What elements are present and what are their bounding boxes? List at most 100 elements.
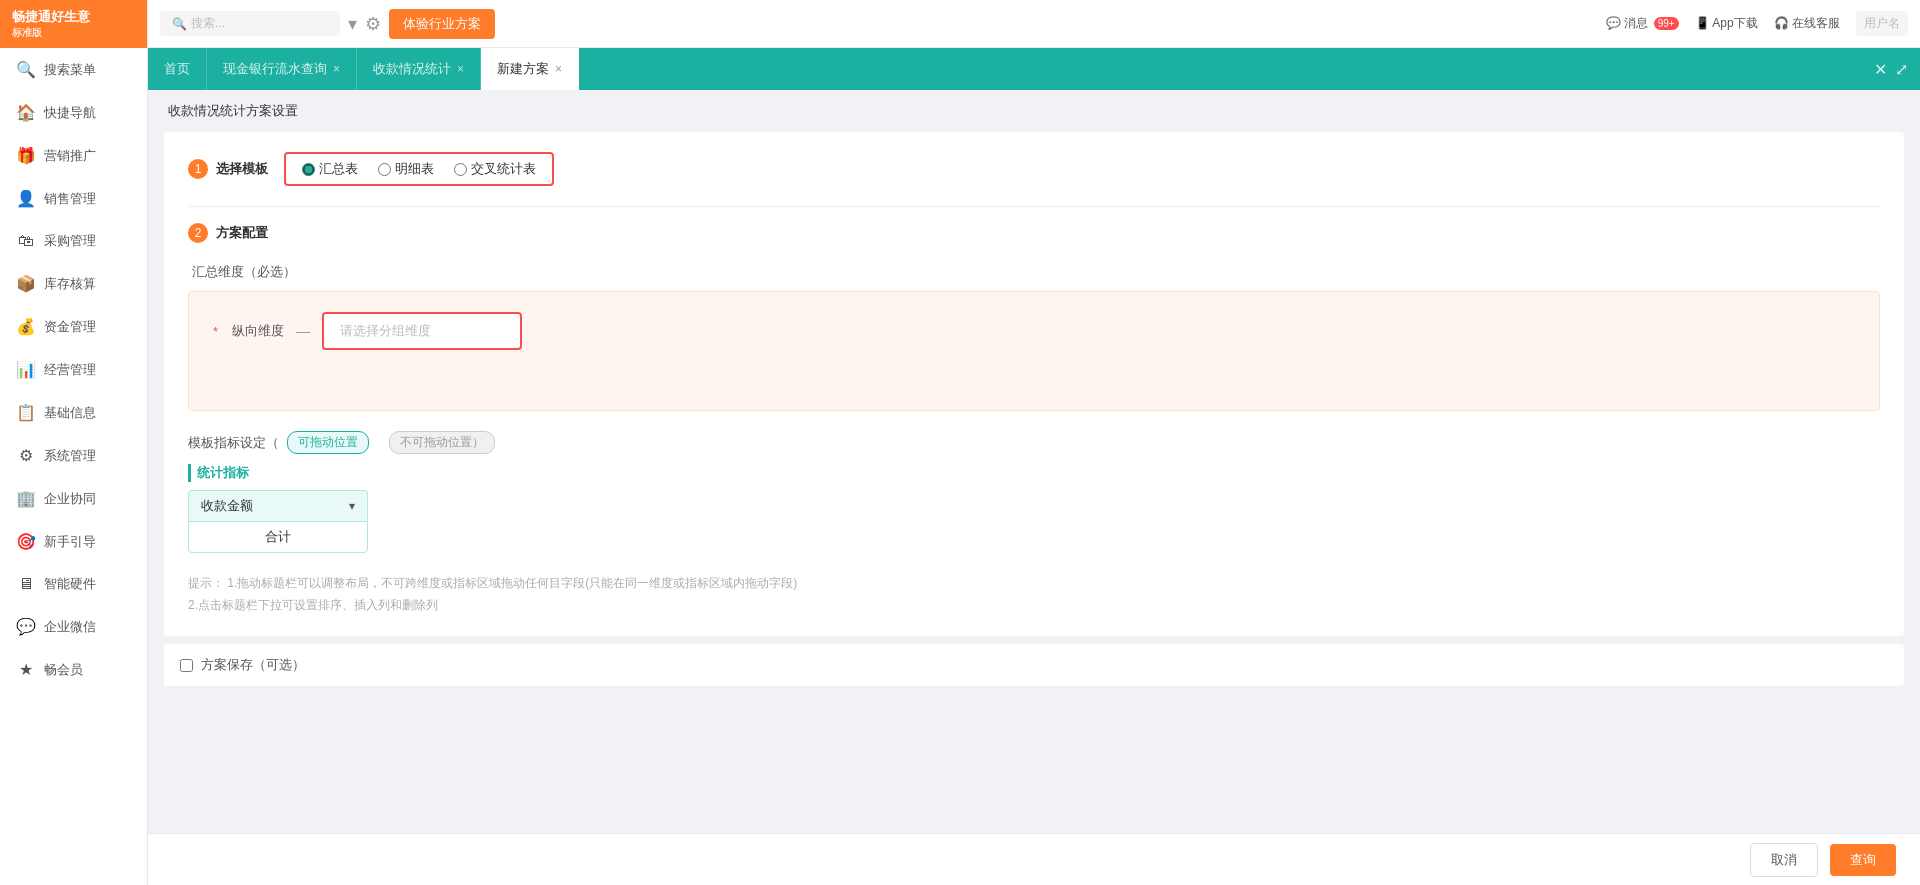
tab-close-active-icon[interactable]: × — [555, 62, 562, 76]
sidebar-item-purchase[interactable]: 🛍 采购管理 — [0, 220, 147, 262]
tips-section: 提示： 1.拖动标题栏可以调整布局，不可跨维度或指标区域拖动任何目字段(只能在同… — [188, 573, 1880, 616]
sidebar-item-label: 畅会员 — [44, 661, 83, 679]
sidebar-item-label: 销售管理 — [44, 190, 96, 208]
guide-icon: 🎯 — [16, 532, 36, 551]
required-mark: * — [213, 324, 218, 339]
marketing-icon: 🎁 — [16, 146, 36, 165]
metric-header-text: 收款金额 — [201, 497, 253, 515]
sidebar-item-label: 营销推广 — [44, 147, 96, 165]
dimension-area: * 纵向维度 — 请选择分组维度 — [188, 291, 1880, 411]
sidebar-item-label: 企业微信 — [44, 618, 96, 636]
wechat-icon: 💬 — [16, 617, 36, 636]
search-placeholder-text: 搜索... — [191, 15, 225, 32]
save-option-label: 方案保存（可选） — [201, 656, 305, 674]
tab-maximize-icon[interactable]: ⤢ — [1895, 60, 1908, 79]
notification-icon: 💬 — [1606, 16, 1621, 30]
header-search-box[interactable]: 🔍 搜索... — [160, 11, 340, 36]
sidebar-item-label: 搜索菜单 — [44, 61, 96, 79]
sidebar-item-label: 新手引导 — [44, 533, 96, 551]
search-icon: 🔍 — [172, 17, 187, 31]
metric-header[interactable]: 收款金额 ▾ — [188, 490, 368, 521]
brand-name: 畅捷通好生意 — [12, 8, 90, 26]
page-title: 收款情况统计方案设置 — [164, 102, 1904, 120]
purchase-icon: 🛍 — [16, 232, 36, 250]
save-option-row: 方案保存（可选） — [164, 644, 1904, 686]
metric-dropdown-icon[interactable]: ▾ — [349, 499, 355, 513]
radio-summary[interactable]: 汇总表 — [302, 160, 358, 178]
tab-close-icon[interactable]: × — [333, 62, 340, 76]
trial-industry-button[interactable]: 体验行业方案 — [389, 9, 495, 39]
app-download-item[interactable]: 📱 App下载 — [1695, 15, 1758, 32]
tab-actions: ✕ ⤢ — [1862, 48, 1920, 90]
sidebar-item-label: 智能硬件 — [44, 575, 96, 593]
tab-home[interactable]: 首页 — [148, 48, 207, 90]
dimension-input-box[interactable]: 请选择分组维度 — [322, 312, 522, 350]
save-option-checkbox[interactable] — [180, 659, 193, 672]
sidebar-item-quick-nav[interactable]: 🏠 快捷导航 — [0, 91, 147, 134]
metric-subrow: 合计 — [188, 521, 368, 553]
cancel-button[interactable]: 取消 — [1750, 843, 1818, 877]
radio-summary-input[interactable] — [302, 163, 315, 176]
member-icon: ★ — [16, 660, 36, 679]
sidebar-item-marketing[interactable]: 🎁 营销推广 — [0, 134, 147, 177]
header-dropdown-icon[interactable]: ▾ — [348, 13, 357, 35]
dimension-row: * 纵向维度 — 请选择分组维度 — [213, 312, 1855, 350]
notification-badge: 99+ — [1654, 17, 1679, 30]
header: 🔍 搜索... ▾ ⚙ 体验行业方案 💬 消息 99+ 📱 App下载 🎧 在线… — [148, 0, 1920, 48]
sidebar-item-enterprise[interactable]: 🏢 企业协同 — [0, 477, 147, 520]
dimension-section-title: 汇总维度（必选） — [188, 263, 1880, 281]
finance-icon: 💰 — [16, 317, 36, 336]
radio-summary-label: 汇总表 — [319, 160, 358, 178]
sidebar-item-hardware[interactable]: 🖥 智能硬件 — [0, 563, 147, 605]
header-gear-icon[interactable]: ⚙ — [365, 13, 381, 35]
tab-close-icon[interactable]: × — [457, 62, 464, 76]
tab-close-window-icon[interactable]: ✕ — [1874, 60, 1887, 79]
tab-payment-stats[interactable]: 收款情况统计 × — [357, 48, 481, 90]
user-info[interactable]: 用户名 — [1856, 11, 1908, 36]
sidebar-item-sales[interactable]: 👤 销售管理 — [0, 177, 147, 220]
tab-label: 收款情况统计 — [373, 60, 451, 78]
radio-cross-input[interactable] — [454, 163, 467, 176]
tip-1: 提示： 1.拖动标题栏可以调整布局，不可跨维度或指标区域拖动任何目字段(只能在同… — [188, 573, 1880, 595]
operations-icon: 📊 — [16, 360, 36, 379]
tab-new-plan[interactable]: 新建方案 × — [481, 48, 579, 90]
sidebar-item-label: 采购管理 — [44, 232, 96, 250]
online-service-item[interactable]: 🎧 在线客服 — [1774, 15, 1840, 32]
metrics-grid: 收款金额 ▾ 合计 — [188, 490, 368, 553]
tab-label: 首页 — [164, 60, 190, 78]
sidebar-item-search-menu[interactable]: 🔍 搜索菜单 — [0, 48, 147, 91]
sales-icon: 👤 — [16, 189, 36, 208]
sidebar-item-label: 企业协同 — [44, 490, 96, 508]
tab-cash-bank[interactable]: 现金银行流水查询 × — [207, 48, 357, 90]
query-button[interactable]: 查询 — [1830, 844, 1896, 876]
tab-label: 新建方案 — [497, 60, 549, 78]
draggable-badge: 可拖动位置 — [287, 431, 369, 454]
metrics-section: 模板指标设定（ 可拖动位置 不可拖动位置） 统计指标 收款金额 ▾ 合计 — [188, 431, 1880, 553]
brand-version: 标准版 — [12, 26, 90, 40]
non-draggable-label: 不可拖动位置） — [389, 431, 495, 454]
notification-item[interactable]: 💬 消息 99+ — [1606, 15, 1679, 32]
radio-cross[interactable]: 交叉统计表 — [454, 160, 536, 178]
radio-detail[interactable]: 明细表 — [378, 160, 434, 178]
enterprise-icon: 🏢 — [16, 489, 36, 508]
sidebar-item-inventory[interactable]: 📦 库存核算 — [0, 262, 147, 305]
step1-label: 选择模板 — [216, 160, 268, 178]
sidebar-item-member[interactable]: ★ 畅会员 — [0, 648, 147, 691]
sidebar-item-operations[interactable]: 📊 经营管理 — [0, 348, 147, 391]
radio-detail-input[interactable] — [378, 163, 391, 176]
sidebar-item-guide[interactable]: 🎯 新手引导 — [0, 520, 147, 563]
step2-label: 方案配置 — [216, 224, 268, 242]
tab-bar: 首页 现金银行流水查询 × 收款情况统计 × 新建方案 × ✕ ⤢ — [148, 48, 1920, 90]
sidebar: 畅捷通好生意 标准版 🔍 搜索菜单 🏠 快捷导航 🎁 营销推广 👤 销售管理 🛍… — [0, 0, 148, 885]
tab-label: 现金银行流水查询 — [223, 60, 327, 78]
inventory-icon: 📦 — [16, 274, 36, 293]
sidebar-item-label: 基础信息 — [44, 404, 96, 422]
main-area: 🔍 搜索... ▾ ⚙ 体验行业方案 💬 消息 99+ 📱 App下载 🎧 在线… — [148, 0, 1920, 885]
sidebar-item-system[interactable]: ⚙ 系统管理 — [0, 434, 147, 477]
sidebar-item-basic-info[interactable]: 📋 基础信息 — [0, 391, 147, 434]
notification-label: 消息 — [1624, 16, 1648, 30]
sidebar-item-wechat[interactable]: 💬 企业微信 — [0, 605, 147, 648]
sidebar-item-finance[interactable]: 💰 资金管理 — [0, 305, 147, 348]
bottom-bar: 取消 查询 — [148, 833, 1920, 885]
download-label: App下载 — [1712, 16, 1757, 30]
